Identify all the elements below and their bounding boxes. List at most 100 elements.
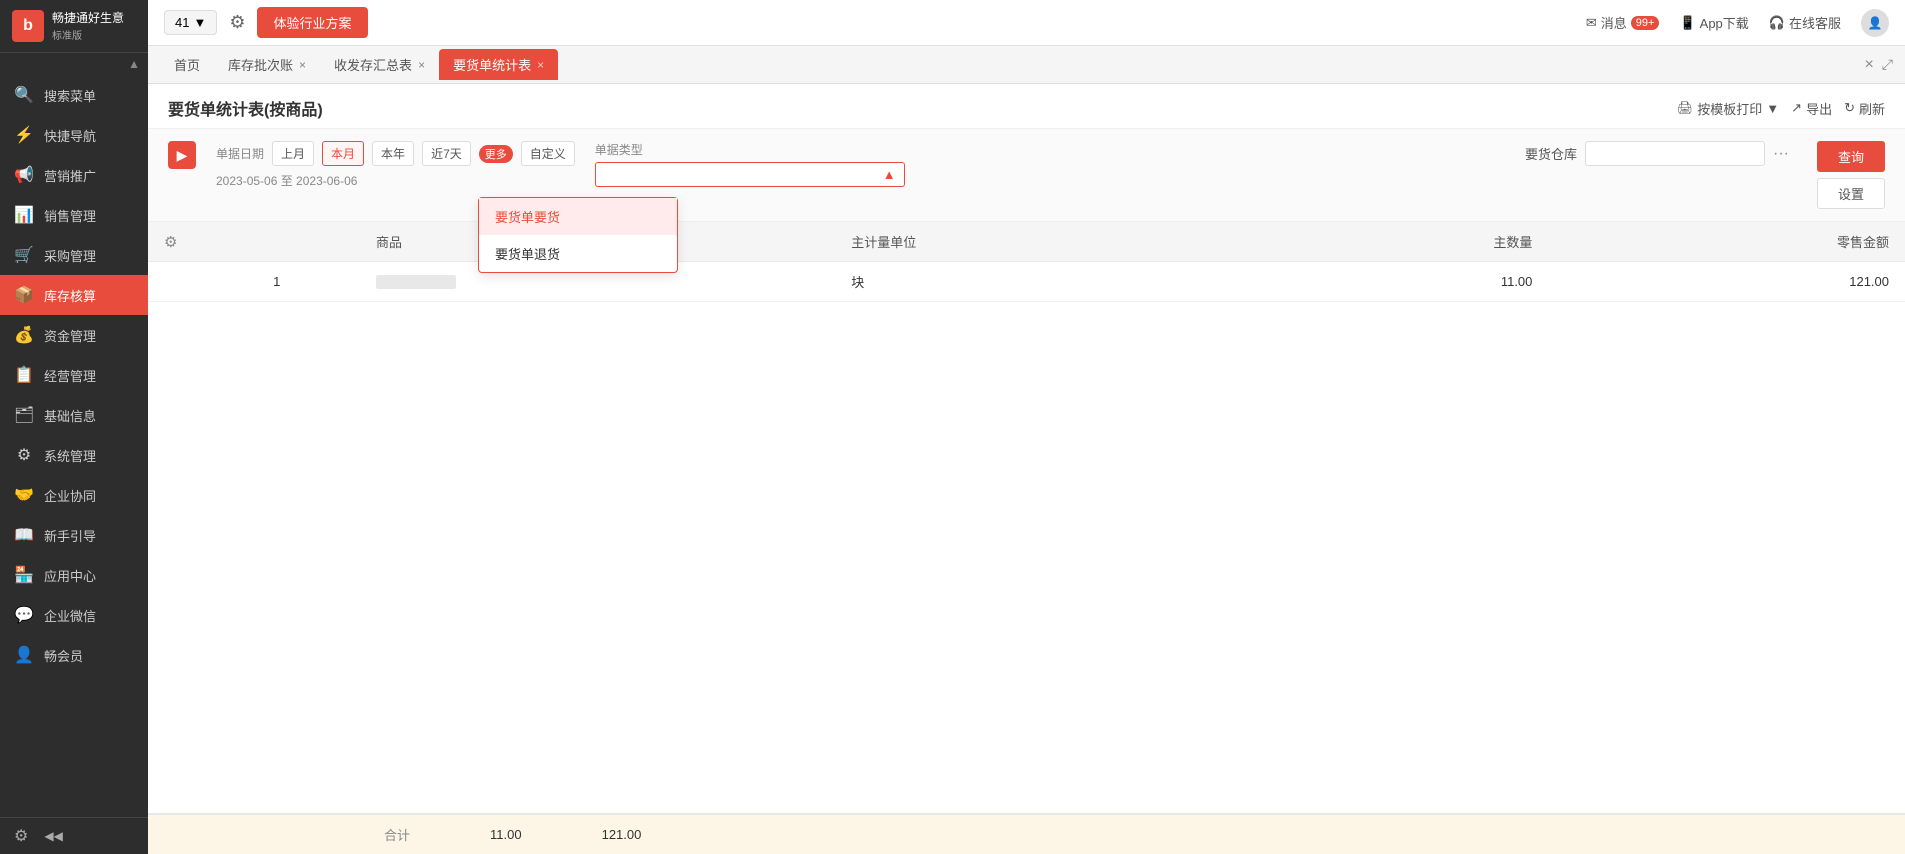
filter-expand-button[interactable]: ▶ — [168, 141, 196, 169]
sidebar-item-inventory[interactable]: 📦 库存核算 — [0, 275, 148, 315]
header-settings-icon[interactable]: ⚙ — [229, 12, 245, 33]
dropdown-item-order-goods[interactable]: 要货单要货 — [479, 198, 677, 235]
header-left: 41 ▼ ⚙ 体验行业方案 — [164, 7, 368, 38]
table-container: ⚙ 商品 主计量单位 主数量 零售金额 1 — [148, 222, 1905, 813]
product-placeholder — [376, 275, 456, 289]
expand-icon: ▶ — [177, 147, 188, 164]
tab-order-summary-close[interactable]: × — [537, 58, 544, 72]
export-button[interactable]: ↗ 导出 — [1791, 99, 1832, 118]
window-expand-icon[interactable]: ⤢ — [1882, 56, 1893, 74]
sidebar-item-guide[interactable]: 📖 新手引导 — [0, 515, 148, 555]
sidebar-bottom: ⚙ ◀◀ — [0, 817, 148, 854]
sidebar-item-shortcuts[interactable]: ⚡ 快捷导航 — [0, 115, 148, 155]
date-btn-last-7[interactable]: 近7天 — [422, 141, 471, 166]
app-version: 标准版 — [52, 27, 124, 42]
sidebar-item-appstore[interactable]: 🏪 应用中心 — [0, 555, 148, 595]
sidebar-item-basic[interactable]: 🗂 基础信息 — [0, 395, 148, 435]
sidebar-label-finance: 资金管理 — [44, 326, 96, 345]
print-button[interactable]: 🖨 按模板打印 ▼ — [1677, 99, 1779, 118]
sidebar-item-marketing[interactable]: 📢 营销推广 — [0, 155, 148, 195]
row-quantity-cell: 11.00 — [1247, 262, 1548, 302]
main-table: ⚙ 商品 主计量单位 主数量 零售金额 1 — [148, 222, 1905, 302]
date-filter-label: 单据日期 — [216, 145, 264, 162]
date-btn-custom[interactable]: 自定义 — [521, 141, 575, 166]
purchase-icon: 🛒 — [14, 245, 34, 265]
col-settings-gear[interactable]: ⚙ — [164, 234, 177, 251]
type-dropdown-arrow[interactable]: ▲ — [875, 162, 905, 187]
query-button[interactable]: 查询 — [1817, 141, 1885, 172]
page-content: 要货单统计表(按商品) 🖨 按模板打印 ▼ ↗ 导出 ↻ 刷新 — [148, 84, 1905, 854]
print-icon: 🖨 — [1677, 100, 1694, 116]
sidebar-label-marketing: 营销推广 — [44, 166, 96, 185]
date-more-badge[interactable]: 更多 — [479, 145, 513, 163]
sidebar-label-enterprise: 企业协同 — [44, 486, 96, 505]
sidebar-item-operation[interactable]: 📋 经营管理 — [0, 355, 148, 395]
online-service-item[interactable]: 🎧 在线客服 — [1769, 13, 1841, 32]
app-download-item[interactable]: 📱 App下载 — [1679, 13, 1748, 32]
sidebar-item-system[interactable]: ⚙ 系统管理 — [0, 435, 148, 475]
sidebar-label-sales: 销售管理 — [44, 206, 96, 225]
sidebar-collapse-arrow[interactable]: ▲ — [128, 57, 140, 71]
trial-button[interactable]: 体验行业方案 — [257, 7, 367, 38]
type-input[interactable] — [595, 162, 875, 187]
refresh-button[interactable]: ↻ 刷新 — [1844, 99, 1885, 118]
online-service-label: 在线客服 — [1789, 13, 1841, 32]
sidebar-settings-icon[interactable]: ⚙ — [14, 826, 28, 846]
shortcuts-icon: ⚡ — [14, 125, 34, 145]
store-dropdown-icon: ▼ — [193, 15, 206, 30]
tab-home-label: 首页 — [174, 55, 200, 74]
message-item[interactable]: ✉ 消息 99+ — [1586, 13, 1660, 32]
date-btn-last-month[interactable]: 上月 — [272, 141, 314, 166]
sidebar-item-purchase[interactable]: 🛒 采购管理 — [0, 235, 148, 275]
sidebar-item-wechat[interactable]: 💬 企业微信 — [0, 595, 148, 635]
filter-settings-button[interactable]: 设置 — [1817, 178, 1885, 209]
warehouse-filter-group: 要货仓库 ··· — [1525, 141, 1789, 166]
warehouse-input[interactable] — [1585, 141, 1765, 166]
page-title: 要货单统计表(按商品) — [168, 96, 323, 120]
header: 41 ▼ ⚙ 体验行业方案 ✉ 消息 99+ 📱 App下载 🎧 在线客服 👤 — [148, 0, 1905, 46]
tab-receive-summary-close[interactable]: × — [418, 58, 425, 72]
tab-inventory-batch[interactable]: 库存批次账 × — [214, 49, 320, 80]
company-name: 畅捷通好生意 — [52, 10, 124, 27]
tab-inventory-batch-close[interactable]: × — [299, 58, 306, 72]
finance-icon: 💰 — [14, 325, 34, 345]
date-btn-this-month[interactable]: 本月 — [322, 141, 364, 166]
search-icon: 🔍 — [14, 85, 34, 105]
sidebar-item-search[interactable]: 🔍 搜索菜单 — [0, 75, 148, 115]
tab-order-summary[interactable]: 要货单统计表 × — [439, 49, 558, 80]
dropdown-item-order-return[interactable]: 要货单退货 — [479, 235, 677, 272]
sidebar-label-member: 畅会员 — [44, 646, 83, 665]
basic-icon: 🗂 — [14, 405, 34, 425]
warehouse-more-icon[interactable]: ··· — [1773, 145, 1789, 163]
sales-icon: 📊 — [14, 205, 34, 225]
appstore-icon: 🏪 — [14, 565, 34, 585]
filter-actions: 查询 设置 — [1817, 141, 1885, 209]
col-unit-header: 主计量单位 — [835, 222, 1247, 262]
sidebar-item-sales[interactable]: 📊 销售管理 — [0, 195, 148, 235]
sidebar-collapse-icon[interactable]: ◀◀ — [44, 829, 62, 843]
row-index-cell: 1 — [193, 262, 360, 302]
sidebar-item-finance[interactable]: 💰 资金管理 — [0, 315, 148, 355]
row-amount-cell: 121.00 — [1548, 262, 1905, 302]
tab-receive-summary[interactable]: 收发存汇总表 × — [320, 49, 439, 80]
table-footer: 合计 11.00 121.00 — [148, 813, 1905, 854]
sidebar-item-member[interactable]: 👤 畅会员 — [0, 635, 148, 675]
user-avatar[interactable]: 👤 — [1861, 9, 1889, 37]
type-filter-label: 单据类型 — [595, 141, 905, 158]
window-close-icon[interactable]: × — [1864, 56, 1873, 74]
sidebar-label-purchase: 采购管理 — [44, 246, 96, 265]
date-btn-this-year[interactable]: 本年 — [372, 141, 414, 166]
refresh-icon: ↻ — [1844, 100, 1855, 116]
tab-order-summary-label: 要货单统计表 — [453, 55, 531, 74]
operation-icon: 📋 — [14, 365, 34, 385]
tab-home[interactable]: 首页 — [160, 49, 214, 80]
sidebar-label-basic: 基础信息 — [44, 406, 96, 425]
tab-window-controls: × ⤢ — [1864, 56, 1893, 74]
row-settings-cell — [148, 262, 193, 302]
table-row: 1 块 11.00 121.00 — [148, 262, 1905, 302]
sidebar-item-enterprise[interactable]: 🤝 企业协同 — [0, 475, 148, 515]
date-filter-group: 单据日期 上月 本月 本年 近7天 更多 自定义 2023-05-06 至 20… — [216, 141, 575, 189]
store-selector[interactable]: 41 ▼ — [164, 10, 217, 35]
date-filter-row: 单据日期 上月 本月 本年 近7天 更多 自定义 — [216, 141, 575, 166]
tab-receive-summary-label: 收发存汇总表 — [334, 55, 412, 74]
